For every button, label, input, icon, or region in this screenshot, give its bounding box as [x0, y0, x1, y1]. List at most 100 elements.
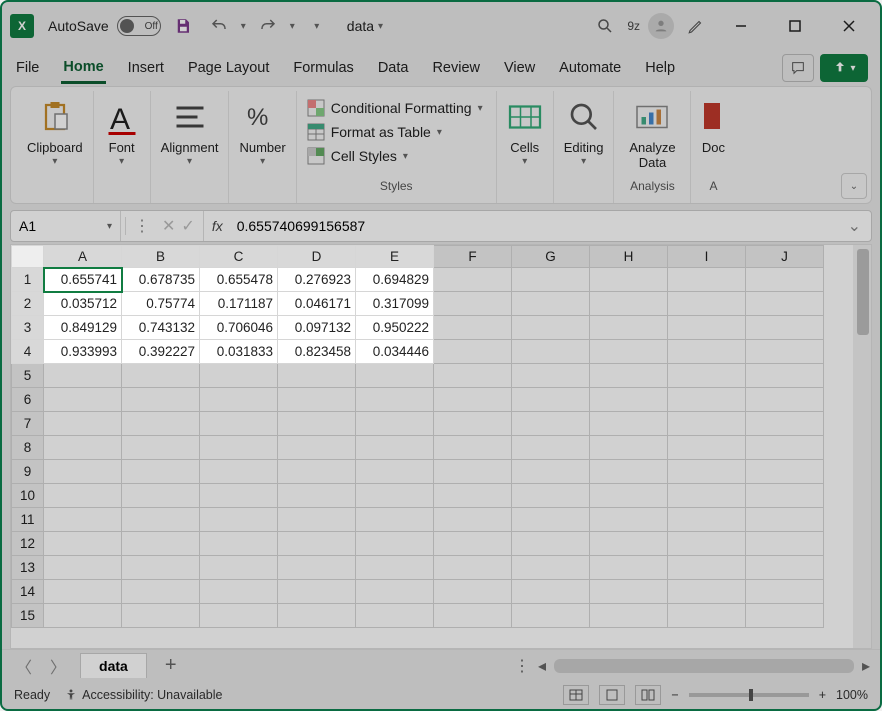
font-dropdown-icon[interactable]: ▾: [119, 156, 124, 167]
column-header[interactable]: A: [44, 246, 122, 268]
cell[interactable]: [122, 532, 200, 556]
column-header[interactable]: C: [200, 246, 278, 268]
cell[interactable]: 0.046171: [278, 292, 356, 316]
cell[interactable]: [590, 508, 668, 532]
row-header[interactable]: 11: [12, 508, 44, 532]
cell[interactable]: [278, 364, 356, 388]
cell[interactable]: [668, 532, 746, 556]
cell[interactable]: [44, 484, 122, 508]
cell[interactable]: [44, 508, 122, 532]
cell[interactable]: [512, 292, 590, 316]
row-header[interactable]: 5: [12, 364, 44, 388]
cell[interactable]: [668, 436, 746, 460]
cell[interactable]: [746, 460, 824, 484]
cell[interactable]: [122, 508, 200, 532]
cell[interactable]: [44, 460, 122, 484]
cell[interactable]: [668, 316, 746, 340]
cell[interactable]: [668, 460, 746, 484]
cell[interactable]: [590, 316, 668, 340]
cell[interactable]: [200, 388, 278, 412]
cell[interactable]: 0.694829: [356, 268, 434, 292]
cell[interactable]: [200, 508, 278, 532]
cell[interactable]: [44, 436, 122, 460]
vertical-scrollbar-thumb[interactable]: [857, 249, 869, 335]
cell[interactable]: [44, 580, 122, 604]
cell[interactable]: [668, 604, 746, 628]
cell[interactable]: [200, 436, 278, 460]
cell[interactable]: [122, 556, 200, 580]
horizontal-scrollbar[interactable]: [554, 659, 854, 673]
cell[interactable]: [200, 412, 278, 436]
cell[interactable]: [122, 484, 200, 508]
cell[interactable]: [434, 364, 512, 388]
cell[interactable]: [44, 388, 122, 412]
cell[interactable]: [668, 388, 746, 412]
conditional-formatting-button[interactable]: Conditional Formatting▾: [307, 99, 483, 117]
ribbon-group-cells[interactable]: Cells ▾: [497, 91, 554, 203]
cell-styles-button[interactable]: Cell Styles▾: [307, 147, 408, 165]
cell[interactable]: [434, 508, 512, 532]
cell[interactable]: 0.75774: [122, 292, 200, 316]
cell[interactable]: [512, 268, 590, 292]
column-header[interactable]: H: [590, 246, 668, 268]
hscroll-left-icon[interactable]: ◂: [538, 656, 546, 676]
tab-view[interactable]: View: [502, 54, 537, 82]
cell[interactable]: [356, 460, 434, 484]
autosave-toggle[interactable]: Off: [117, 16, 161, 36]
user-avatar-icon[interactable]: [648, 13, 674, 39]
cell[interactable]: [434, 484, 512, 508]
cell[interactable]: [200, 484, 278, 508]
cell[interactable]: [746, 268, 824, 292]
cell[interactable]: [590, 604, 668, 628]
view-page-layout-button[interactable]: [599, 685, 625, 705]
save-icon[interactable]: [169, 12, 197, 40]
enter-formula-icon[interactable]: ✓: [181, 216, 194, 236]
row-header[interactable]: 3: [12, 316, 44, 340]
search-icon[interactable]: [591, 12, 619, 40]
share-button[interactable]: ▾: [820, 54, 868, 82]
cell[interactable]: 0.706046: [200, 316, 278, 340]
cell[interactable]: [668, 580, 746, 604]
cell[interactable]: [200, 556, 278, 580]
cell[interactable]: 0.678735: [122, 268, 200, 292]
cell[interactable]: [200, 580, 278, 604]
fx-icon[interactable]: fx: [204, 218, 231, 234]
hscroll-right-icon[interactable]: ▸: [862, 656, 870, 676]
column-header[interactable]: E: [356, 246, 434, 268]
cell[interactable]: [356, 436, 434, 460]
ribbon-group-font[interactable]: A Font ▾: [94, 91, 151, 203]
tab-data[interactable]: Data: [376, 54, 411, 82]
row-header[interactable]: 8: [12, 436, 44, 460]
cells-dropdown-icon[interactable]: ▾: [522, 156, 527, 167]
cell[interactable]: [512, 532, 590, 556]
row-header[interactable]: 15: [12, 604, 44, 628]
cell[interactable]: [512, 436, 590, 460]
cell[interactable]: [668, 556, 746, 580]
horizontal-scrollbar-thumb[interactable]: [554, 659, 854, 673]
cell[interactable]: [200, 460, 278, 484]
cell[interactable]: [746, 388, 824, 412]
cell[interactable]: [512, 340, 590, 364]
undo-icon[interactable]: [205, 12, 233, 40]
vertical-scrollbar[interactable]: [853, 245, 871, 648]
cell[interactable]: [122, 412, 200, 436]
cell[interactable]: [434, 316, 512, 340]
ribbon-collapse-button[interactable]: ⌄: [841, 173, 867, 199]
redo-icon[interactable]: [254, 12, 282, 40]
ribbon-group-editing[interactable]: Editing ▾: [554, 91, 615, 203]
tab-home[interactable]: Home: [61, 53, 105, 84]
cell[interactable]: 0.392227: [122, 340, 200, 364]
add-sheet-button[interactable]: +: [157, 654, 185, 677]
accessibility-status[interactable]: Accessibility: Unavailable: [64, 688, 222, 702]
cell[interactable]: 0.655478: [200, 268, 278, 292]
cell[interactable]: [200, 532, 278, 556]
cell[interactable]: [590, 484, 668, 508]
tab-page-layout[interactable]: Page Layout: [186, 54, 271, 82]
alignment-dropdown-icon[interactable]: ▾: [187, 156, 192, 167]
cell[interactable]: 0.849129: [44, 316, 122, 340]
row-header[interactable]: 9: [12, 460, 44, 484]
cell[interactable]: [590, 412, 668, 436]
cell[interactable]: [668, 340, 746, 364]
cell[interactable]: [434, 532, 512, 556]
tab-automate[interactable]: Automate: [557, 54, 623, 82]
